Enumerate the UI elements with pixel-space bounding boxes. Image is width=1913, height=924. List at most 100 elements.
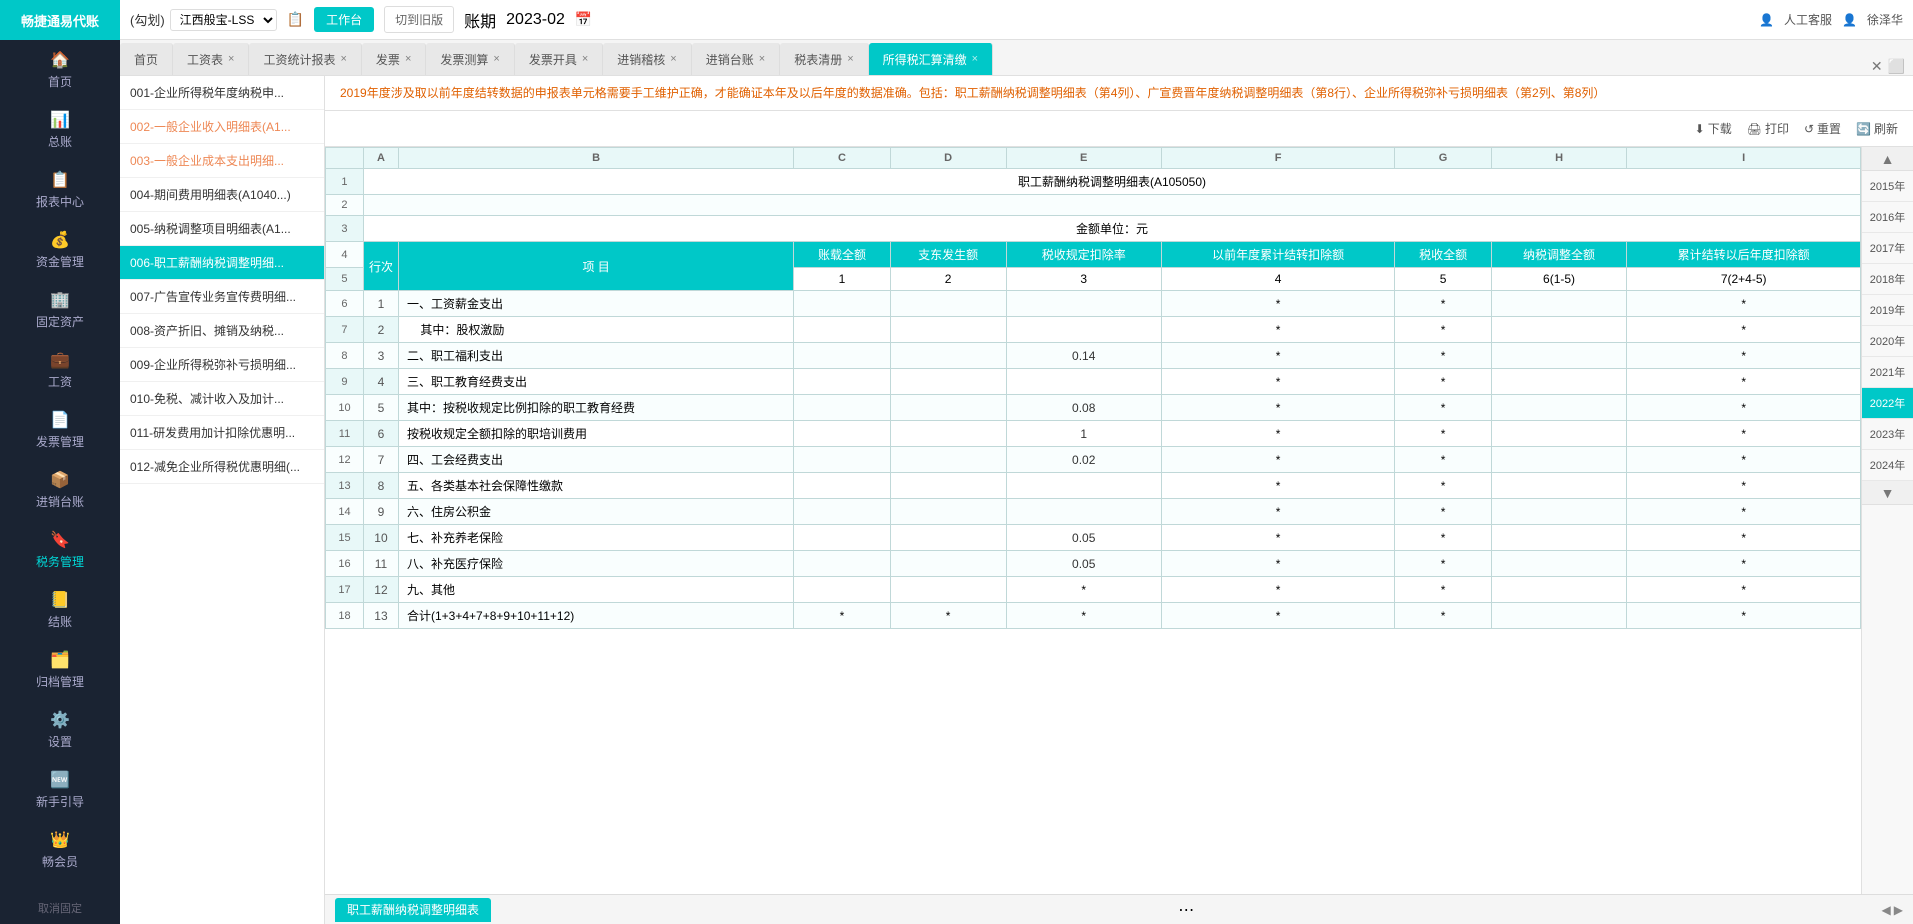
- cell-7-3[interactable]: 0.02: [1006, 447, 1161, 473]
- form-item-004[interactable]: 004-期间费用明细表(A1040...): [120, 178, 324, 212]
- cell-9-7[interactable]: *: [1627, 499, 1861, 525]
- year-2015[interactable]: 2015年: [1862, 171, 1913, 202]
- cell-4-2[interactable]: [890, 369, 1006, 395]
- cell-13-2[interactable]: *: [890, 603, 1006, 629]
- cell-9-5[interactable]: *: [1395, 499, 1491, 525]
- cell-10-7[interactable]: *: [1627, 525, 1861, 551]
- cell-3-1[interactable]: [794, 343, 890, 369]
- tab-expand-icon[interactable]: ⬜: [1888, 58, 1905, 75]
- cell-13-1[interactable]: *: [794, 603, 890, 629]
- cell-8-4[interactable]: *: [1161, 473, 1395, 499]
- cell-3-7[interactable]: *: [1627, 343, 1861, 369]
- cell-12-1[interactable]: [794, 577, 890, 603]
- sidebar-item-payroll[interactable]: 💼 工资: [0, 340, 120, 400]
- cell-10-4[interactable]: *: [1161, 525, 1395, 551]
- cell-5-1[interactable]: [794, 395, 890, 421]
- close-tab-invoice[interactable]: ×: [405, 53, 411, 65]
- year-2019[interactable]: 2019年: [1862, 295, 1913, 326]
- year-2021[interactable]: 2021年: [1862, 357, 1913, 388]
- sidebar-item-ledger[interactable]: 📊 总账: [0, 100, 120, 160]
- year-2018[interactable]: 2018年: [1862, 264, 1913, 295]
- cell-9-6[interactable]: [1491, 499, 1627, 525]
- workspace-button[interactable]: 工作台: [314, 7, 374, 32]
- scroll-right-icon[interactable]: ▶: [1894, 903, 1903, 917]
- cell-3-4[interactable]: *: [1161, 343, 1395, 369]
- tab-invoice[interactable]: 发票 ×: [362, 43, 426, 75]
- cell-8-6[interactable]: [1491, 473, 1627, 499]
- cell-5-5[interactable]: *: [1395, 395, 1491, 421]
- year-2017[interactable]: 2017年: [1862, 233, 1913, 264]
- year-up-button[interactable]: ▲: [1862, 147, 1913, 171]
- sidebar-item-invoice[interactable]: 📄 发票管理: [0, 400, 120, 460]
- cell-2-2[interactable]: [890, 317, 1006, 343]
- year-2023[interactable]: 2023年: [1862, 419, 1913, 450]
- cell-12-6[interactable]: [1491, 577, 1627, 603]
- cell-2-4[interactable]: *: [1161, 317, 1395, 343]
- cell-1-4[interactable]: *: [1161, 291, 1395, 317]
- cell-9-2[interactable]: [890, 499, 1006, 525]
- cell-13-3[interactable]: *: [1006, 603, 1161, 629]
- cell-5-6[interactable]: [1491, 395, 1627, 421]
- cell-4-7[interactable]: *: [1627, 369, 1861, 395]
- cell-12-5[interactable]: *: [1395, 577, 1491, 603]
- cell-13-4[interactable]: *: [1161, 603, 1395, 629]
- cell-13-7[interactable]: *: [1627, 603, 1861, 629]
- cell-8-7[interactable]: *: [1627, 473, 1861, 499]
- cell-5-2[interactable]: [890, 395, 1006, 421]
- form-item-010[interactable]: 010-免税、减计收入及加计...: [120, 382, 324, 416]
- form-item-009[interactable]: 009-企业所得税弥补亏损明细...: [120, 348, 324, 382]
- cell-5-7[interactable]: *: [1627, 395, 1861, 421]
- sheet-dots-icon[interactable]: ⋯: [1178, 900, 1194, 920]
- sidebar-item-member[interactable]: 👑 畅会员: [0, 820, 120, 880]
- cell-10-1[interactable]: [794, 525, 890, 551]
- sidebar-item-settings[interactable]: ⚙️ 设置: [0, 700, 120, 760]
- close-tab-invoice-calc[interactable]: ×: [493, 53, 499, 65]
- tab-close-icon[interactable]: ✕: [1871, 58, 1883, 75]
- close-tab-invoice-open[interactable]: ×: [582, 53, 588, 65]
- cell-1-2[interactable]: [890, 291, 1006, 317]
- cell-6-5[interactable]: *: [1395, 421, 1491, 447]
- cell-11-5[interactable]: *: [1395, 551, 1491, 577]
- cell-12-2[interactable]: [890, 577, 1006, 603]
- cell-13-6[interactable]: [1491, 603, 1627, 629]
- close-tab-inout[interactable]: ×: [759, 53, 765, 65]
- cell-10-6[interactable]: [1491, 525, 1627, 551]
- sidebar-item-finance[interactable]: 💰 资金管理: [0, 220, 120, 280]
- cell-11-1[interactable]: [794, 551, 890, 577]
- cell-12-7[interactable]: *: [1627, 577, 1861, 603]
- table-container[interactable]: A B C D E F G H I: [325, 147, 1861, 894]
- cell-11-4[interactable]: *: [1161, 551, 1395, 577]
- reset-button[interactable]: ↺ 重置: [1804, 120, 1841, 137]
- tab-home[interactable]: 首页: [120, 43, 173, 75]
- cell-6-3[interactable]: 1: [1006, 421, 1161, 447]
- year-2024[interactable]: 2024年: [1862, 450, 1913, 481]
- sidebar-item-archive[interactable]: 🗂️ 归档管理: [0, 640, 120, 700]
- form-item-003[interactable]: 003-一般企业成本支出明细...: [120, 144, 324, 178]
- cell-6-1[interactable]: [794, 421, 890, 447]
- tab-payroll[interactable]: 工资表 ×: [173, 43, 249, 75]
- form-item-002[interactable]: 002-一般企业收入明细表(A1...: [120, 110, 324, 144]
- switch-button[interactable]: 切到旧版: [384, 6, 454, 33]
- tab-invoice-open[interactable]: 发票开具 ×: [515, 43, 603, 75]
- cell-2-6[interactable]: [1491, 317, 1627, 343]
- cell-10-2[interactable]: [890, 525, 1006, 551]
- year-2016[interactable]: 2016年: [1862, 202, 1913, 233]
- tab-income-tax[interactable]: 所得税汇算清缴 ×: [869, 43, 993, 75]
- cell-7-2[interactable]: [890, 447, 1006, 473]
- refresh-button[interactable]: 🔄 刷新: [1856, 120, 1898, 137]
- cell-2-5[interactable]: *: [1395, 317, 1491, 343]
- cell-3-6[interactable]: [1491, 343, 1627, 369]
- cell-6-4[interactable]: *: [1161, 421, 1395, 447]
- sidebar-item-guide[interactable]: 🆕 新手引导: [0, 760, 120, 820]
- sidebar-item-assets[interactable]: 🏢 固定资产: [0, 280, 120, 340]
- cell-10-5[interactable]: *: [1395, 525, 1491, 551]
- cell-3-2[interactable]: [890, 343, 1006, 369]
- cell-2-1[interactable]: [794, 317, 890, 343]
- tab-invoice-calc[interactable]: 发票测算 ×: [426, 43, 514, 75]
- close-tab-tax[interactable]: ×: [847, 53, 853, 65]
- form-item-011[interactable]: 011-研发费用加计扣除优惠明...: [120, 416, 324, 450]
- sidebar-item-home[interactable]: 🏠 首页: [0, 40, 120, 100]
- cell-4-5[interactable]: *: [1395, 369, 1491, 395]
- cell-11-3[interactable]: 0.05: [1006, 551, 1161, 577]
- cell-5-3[interactable]: 0.08: [1006, 395, 1161, 421]
